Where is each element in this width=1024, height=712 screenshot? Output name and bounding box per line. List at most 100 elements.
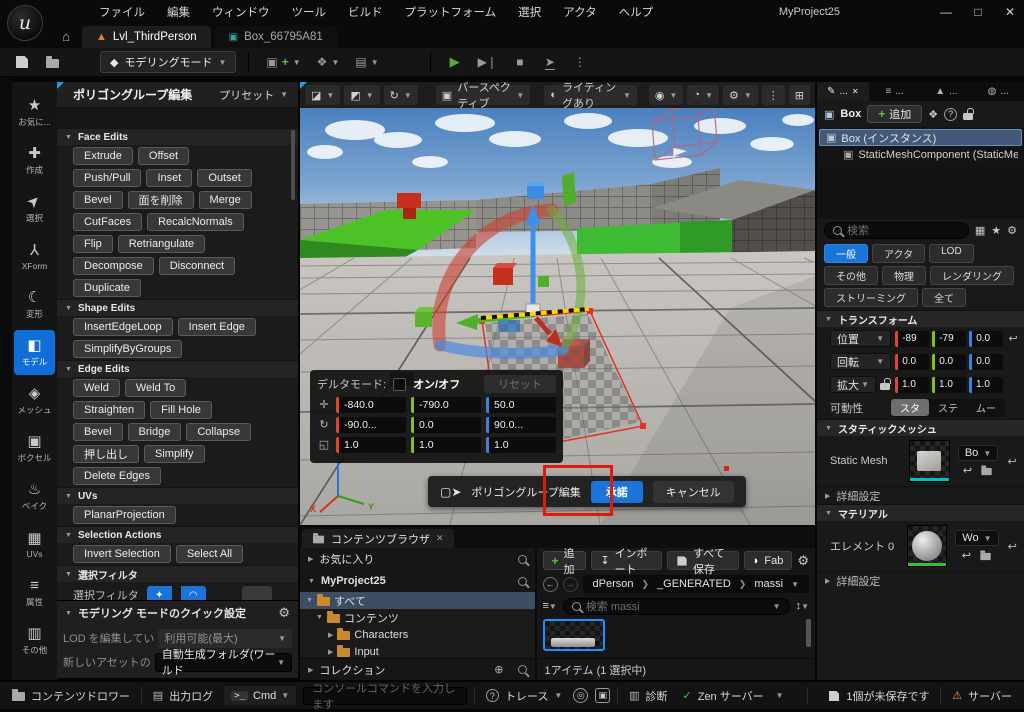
menu-platforms[interactable]: プラットフォーム	[394, 0, 508, 24]
tool-flip[interactable]: Flip	[73, 235, 113, 253]
material-thumbnail[interactable]	[906, 525, 948, 567]
back-button[interactable]: ←	[542, 576, 558, 592]
cinematics-dropdown[interactable]: ▤ ▼	[350, 51, 383, 73]
sidebar-item-bake[interactable]: ♨ ベイク	[14, 474, 55, 519]
tree-item-all[interactable]: ▼ すべて	[300, 592, 535, 609]
menu-edit[interactable]: 編集	[156, 0, 201, 24]
sidebar-item-model[interactable]: ◧ モデル	[14, 330, 55, 375]
delta-translate-x[interactable]: -840.0	[336, 396, 406, 413]
tool-recalcnormals[interactable]: RecalcNormals	[147, 213, 244, 231]
tool-merge[interactable]: Merge	[198, 191, 252, 209]
insights-icon[interactable]: ◎	[573, 688, 589, 703]
content-browser-tab[interactable]: コンテンツブラウザ ✕	[302, 529, 454, 548]
server-button[interactable]: ⚠ サーバー	[948, 688, 1016, 704]
delta-rotate-z[interactable]: 90.0...	[486, 416, 556, 433]
menu-file[interactable]: ファイル	[88, 0, 156, 24]
search-icon[interactable]	[517, 576, 527, 586]
project-row[interactable]: ▼ MyProject25	[300, 570, 535, 592]
play-options-button[interactable]: ⋮	[568, 51, 592, 73]
reset-to-default-icon[interactable]: ↩	[1007, 540, 1019, 553]
mobility-movable[interactable]: ムー	[967, 399, 1005, 416]
sort-icon[interactable]: ↕▼	[796, 600, 809, 612]
tool-bevel-edge[interactable]: Bevel	[73, 423, 123, 441]
tool-planarprojection[interactable]: PlanarProjection	[73, 506, 176, 524]
browse-button[interactable]	[40, 51, 64, 73]
rotation-dropdown[interactable]: 回転 ▼	[830, 353, 892, 370]
scale-dropdown[interactable]: 拡大 ▼	[830, 376, 876, 393]
sidebar-item-create[interactable]: ✚ 作成	[14, 138, 55, 183]
browse-to-asset-icon[interactable]	[981, 465, 992, 476]
close-button[interactable]: ✕	[996, 1, 1024, 23]
console-input[interactable]: コンソールコマンドを入力します	[303, 683, 468, 711]
delta-scale-x[interactable]: 1.0	[336, 436, 406, 453]
sidebar-item-deform[interactable]: ☾ 変形	[14, 282, 55, 327]
close-icon[interactable]: ✕	[436, 533, 444, 544]
delta-rotate-y[interactable]: 0.0	[411, 416, 481, 433]
section-selection-actions[interactable]: ▼ Selection Actions	[57, 526, 298, 543]
browse-to-asset-icon[interactable]	[980, 550, 991, 561]
tool-retriangulate[interactable]: Retriangulate	[117, 235, 206, 253]
viewport-options[interactable]: ⋮	[761, 85, 785, 105]
advanced-section[interactable]: ▶ 詳細設定	[817, 486, 1024, 504]
reset-to-default-icon[interactable]: ↩	[1006, 455, 1018, 468]
tool-disconnect[interactable]: Disconnect	[158, 257, 236, 275]
material-dropdown[interactable]: Wo ▼	[955, 530, 999, 546]
chip-physics[interactable]: 物理	[882, 266, 926, 285]
rotation-x[interactable]: 0.0	[895, 353, 930, 370]
snapshot-icon[interactable]: ▣	[595, 688, 611, 703]
viewport-select-mode[interactable]: ◪ ▼	[305, 85, 341, 105]
mobility-static[interactable]: スタ	[891, 399, 929, 416]
delta-translate-z[interactable]: 50.0	[486, 396, 556, 413]
scale-x[interactable]: 1.0	[895, 376, 929, 393]
menu-window[interactable]: ウィンドウ	[201, 0, 281, 24]
delta-scale-y[interactable]: 1.0	[411, 436, 481, 453]
quad-layout-button[interactable]: ⊞	[788, 85, 810, 105]
rotation-y[interactable]: 0.0	[932, 353, 967, 370]
zen-server-dropdown[interactable]: ✓ Zen サーバー ▼	[679, 688, 788, 704]
camera-mode-dropdown[interactable]: ▣ パースペクティブ ▼	[435, 82, 531, 110]
sidebar-item-select[interactable]: ➤ 選択	[14, 186, 55, 231]
chip-rendering[interactable]: レンダリング	[930, 266, 1014, 285]
rotation-z[interactable]: 0.0	[969, 353, 1004, 370]
tool-outset[interactable]: Outset	[197, 169, 252, 187]
home-icon[interactable]: ⌂	[56, 26, 76, 46]
save-button[interactable]	[10, 51, 34, 73]
fab-button[interactable]: ◗ Fab	[743, 551, 793, 570]
location-y[interactable]: -79	[932, 330, 967, 347]
scale-y[interactable]: 1.0	[932, 376, 966, 393]
scale-lock-icon[interactable]	[880, 378, 891, 390]
asset-scrollbar[interactable]	[806, 619, 811, 647]
sidebar-item-favorites[interactable]: ★ お気に...	[14, 90, 55, 135]
filter-icon[interactable]: ≡▼	[543, 600, 557, 612]
scale-z[interactable]: 1.0	[969, 376, 1003, 393]
sidebar-item-misc[interactable]: ▥ その他	[14, 618, 55, 663]
editor-mode-dropdown[interactable]: ◆ モデリングモード ▼	[100, 51, 237, 73]
tool-extrude-edge[interactable]: 押し出し	[73, 445, 139, 463]
camera-speed-dropdown[interactable]: ◔ ▼	[687, 85, 719, 105]
save-all-button[interactable]: すべて保存	[666, 548, 739, 576]
viewport-snap[interactable]: ↻ ▼	[383, 85, 418, 105]
sidebar-item-attributes[interactable]: ≡ 属性	[14, 570, 55, 615]
lock-icon[interactable]	[963, 107, 975, 120]
favorites-row[interactable]: ▶ お気に入り	[300, 548, 535, 570]
section-material[interactable]: ▼ マテリアル	[817, 504, 1024, 521]
mobility-stationary[interactable]: ステ	[929, 399, 967, 416]
location-x[interactable]: -89	[895, 330, 930, 347]
new-asset-dropdown[interactable]: 自動生成フォルダ(ワールド ▼	[154, 649, 292, 677]
tree-item-input[interactable]: ▶ Input	[300, 643, 535, 658]
viewport-settings-dropdown[interactable]: ⚙ ▼	[722, 85, 758, 105]
section-transform[interactable]: ▼ トランスフォーム	[817, 310, 1024, 327]
use-selected-icon[interactable]: ↩	[963, 464, 972, 477]
sidebar-item-uvs[interactable]: ▦ UVs	[14, 522, 55, 567]
delta-scale-z[interactable]: 1.0	[486, 436, 556, 453]
tool-decompose[interactable]: Decompose	[73, 257, 154, 275]
menu-tools[interactable]: ツール	[281, 0, 338, 24]
frame-skip-button[interactable]: ▶❘	[473, 51, 502, 73]
tool-straighten[interactable]: Straighten	[73, 401, 146, 419]
blueprint-icon[interactable]: ❖	[928, 108, 938, 121]
delta-rotate-x[interactable]: -90.0...	[336, 416, 406, 433]
launch-button[interactable]: ➤	[538, 51, 562, 73]
delta-translate-y[interactable]: -790.0	[411, 396, 481, 413]
tool-selectall[interactable]: Select All	[175, 545, 244, 563]
tool-simplifybygroups[interactable]: SimplifyByGroups	[73, 340, 183, 358]
